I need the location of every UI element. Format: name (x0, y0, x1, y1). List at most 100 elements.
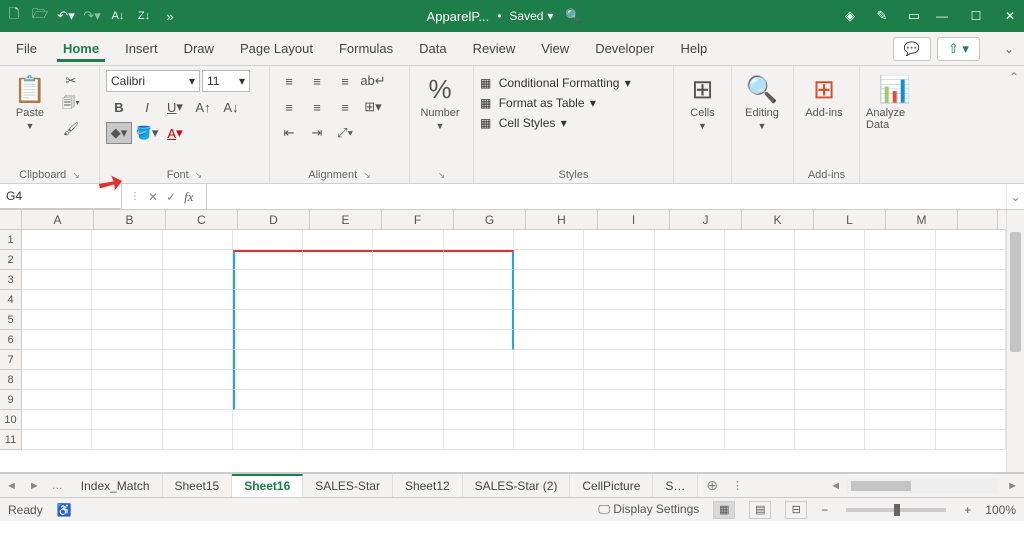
comments-button[interactable]: 💬 (893, 37, 931, 61)
sheet-tab[interactable]: Index_Match (69, 474, 163, 497)
expand-formula-bar-icon[interactable]: ⌄ (1006, 184, 1024, 209)
align-center-button[interactable]: ≡ (304, 96, 330, 118)
more-commands-icon[interactable]: » (162, 8, 178, 24)
increase-indent-button[interactable]: ⇥ (304, 122, 330, 144)
new-sheet-button[interactable]: ⊕ (698, 477, 726, 494)
hscroll-right-icon[interactable]: ► (1001, 480, 1024, 492)
cancel-formula-icon[interactable]: ✕ (148, 190, 158, 204)
alignment-launcher-icon[interactable]: ↘ (363, 170, 371, 181)
save-state[interactable]: Saved ▾ (509, 9, 553, 23)
row-header[interactable]: 8 (0, 370, 21, 390)
bold-button[interactable]: B (106, 96, 132, 118)
align-right-button[interactable]: ≡ (332, 96, 358, 118)
col-header[interactable]: K (742, 210, 814, 229)
number-format-button[interactable]: % Number▼ (416, 70, 464, 135)
font-name-combo[interactable]: Calibri▾ (106, 70, 200, 92)
tab-scroll-right-icon[interactable]: ► (23, 480, 46, 492)
font-launcher-icon[interactable]: ↘ (195, 170, 203, 181)
ribbon-display-icon[interactable]: ▭ (906, 8, 922, 24)
copy-button[interactable]: 🗐▾ (58, 94, 84, 116)
wrap-text-button[interactable]: ab↵ (360, 70, 386, 92)
col-header[interactable] (958, 210, 998, 229)
fill-color-button[interactable]: 🪣▾ (134, 122, 160, 144)
align-top-button[interactable]: ≡ (276, 70, 302, 92)
enter-formula-icon[interactable]: ✓ (166, 190, 176, 204)
zoom-in-button[interactable]: + (964, 503, 971, 517)
col-header[interactable]: J (670, 210, 742, 229)
clipboard-launcher-icon[interactable]: ↘ (72, 170, 80, 181)
search-icon[interactable]: 🔍 (565, 8, 581, 24)
tab-page-layout[interactable]: Page Layout (234, 35, 319, 62)
format-painter-button[interactable]: 🖌 (58, 118, 84, 140)
vertical-scrollbar[interactable] (1006, 210, 1024, 472)
paste-button[interactable]: 📋 Paste▼ (6, 70, 54, 135)
col-header[interactable]: C (166, 210, 238, 229)
menu-icon[interactable]: ⋮ (130, 191, 140, 202)
ribbon-collapse-icon[interactable]: ⌃ (1009, 70, 1019, 84)
row-header[interactable]: 1 (0, 230, 21, 250)
align-bottom-button[interactable]: ≡ (332, 70, 358, 92)
select-all-corner[interactable] (0, 210, 22, 230)
sheet-tab[interactable]: SALES-Star (303, 474, 393, 497)
col-header[interactable]: I (598, 210, 670, 229)
sheet-tab[interactable]: SALES-Star (2) (463, 474, 571, 497)
col-header[interactable]: F (382, 210, 454, 229)
decrease-font-button[interactable]: A↓ (218, 96, 244, 118)
tab-data[interactable]: Data (413, 35, 452, 62)
undo-icon[interactable]: ↶▾ (58, 8, 74, 24)
col-header[interactable]: E (310, 210, 382, 229)
tab-help[interactable]: Help (674, 35, 713, 62)
tab-review[interactable]: Review (467, 35, 522, 62)
addins-button[interactable]: ⊞Add-ins (800, 70, 848, 123)
display-settings-button[interactable]: 🖵 Display Settings (598, 502, 699, 517)
redo-icon[interactable]: ↷▾ (84, 8, 100, 24)
maximize-icon[interactable]: ☐ (968, 8, 984, 24)
format-as-table-button[interactable]: ▦ Format as Table ▾ (480, 96, 596, 110)
tab-insert[interactable]: Insert (119, 35, 164, 62)
underline-button[interactable]: U▾ (162, 96, 188, 118)
tab-split-icon[interactable]: ⋮ (726, 479, 749, 492)
col-header[interactable]: L (814, 210, 886, 229)
row-header[interactable]: 7 (0, 350, 21, 370)
conditional-formatting-button[interactable]: ▦ Conditional Formatting ▾ (480, 76, 631, 90)
minimize-icon[interactable]: — (934, 8, 950, 24)
col-header[interactable]: G (454, 210, 526, 229)
col-header[interactable]: B (94, 210, 166, 229)
sheet-tab[interactable]: Sheet15 (163, 474, 233, 497)
col-header[interactable]: M (886, 210, 958, 229)
row-header[interactable]: 5 (0, 310, 21, 330)
font-color-button[interactable]: A▾ (162, 122, 188, 144)
sort-desc-icon[interactable]: Z↓ (136, 8, 152, 24)
orientation-button[interactable]: ⤢▾ (332, 122, 358, 144)
name-box[interactable]: G4 (0, 184, 122, 209)
fx-icon[interactable]: fx (184, 189, 197, 205)
page-layout-view-button[interactable]: ▤ (749, 501, 771, 519)
row-header[interactable]: 9 (0, 390, 21, 410)
page-break-view-button[interactable]: ⊟ (785, 501, 807, 519)
cell-styles-button[interactable]: ▦ Cell Styles ▾ (480, 116, 567, 130)
zoom-level[interactable]: 100% (985, 503, 1016, 517)
row-header[interactable]: 11 (0, 430, 21, 450)
decrease-indent-button[interactable]: ⇤ (276, 122, 302, 144)
number-launcher-icon[interactable]: ↘ (438, 170, 446, 181)
touch-mode-icon[interactable]: ✎ (874, 8, 890, 24)
row-header[interactable]: 2 (0, 250, 21, 270)
sort-asc-icon[interactable]: A↓ (110, 8, 126, 24)
row-header[interactable]: 4 (0, 290, 21, 310)
tab-view[interactable]: View (535, 35, 575, 62)
borders-button[interactable]: ◆▾ (106, 122, 132, 144)
row-header[interactable]: 6 (0, 330, 21, 350)
col-header[interactable]: A (22, 210, 94, 229)
formula-input[interactable] (207, 184, 1006, 209)
sheet-tab-active[interactable]: Sheet16 (232, 474, 303, 497)
normal-view-button[interactable]: ▦ (713, 501, 735, 519)
collapse-ribbon-icon[interactable]: ⌄ (1004, 42, 1014, 56)
font-size-combo[interactable]: 11▾ (202, 70, 250, 92)
sheet-tab[interactable]: Sheet12 (393, 474, 463, 497)
zoom-out-button[interactable]: − (821, 503, 828, 517)
premium-icon[interactable]: ◈ (842, 8, 858, 24)
row-header[interactable]: 10 (0, 410, 21, 430)
italic-button[interactable]: I (134, 96, 160, 118)
col-header[interactable]: H (526, 210, 598, 229)
col-header[interactable]: D (238, 210, 310, 229)
